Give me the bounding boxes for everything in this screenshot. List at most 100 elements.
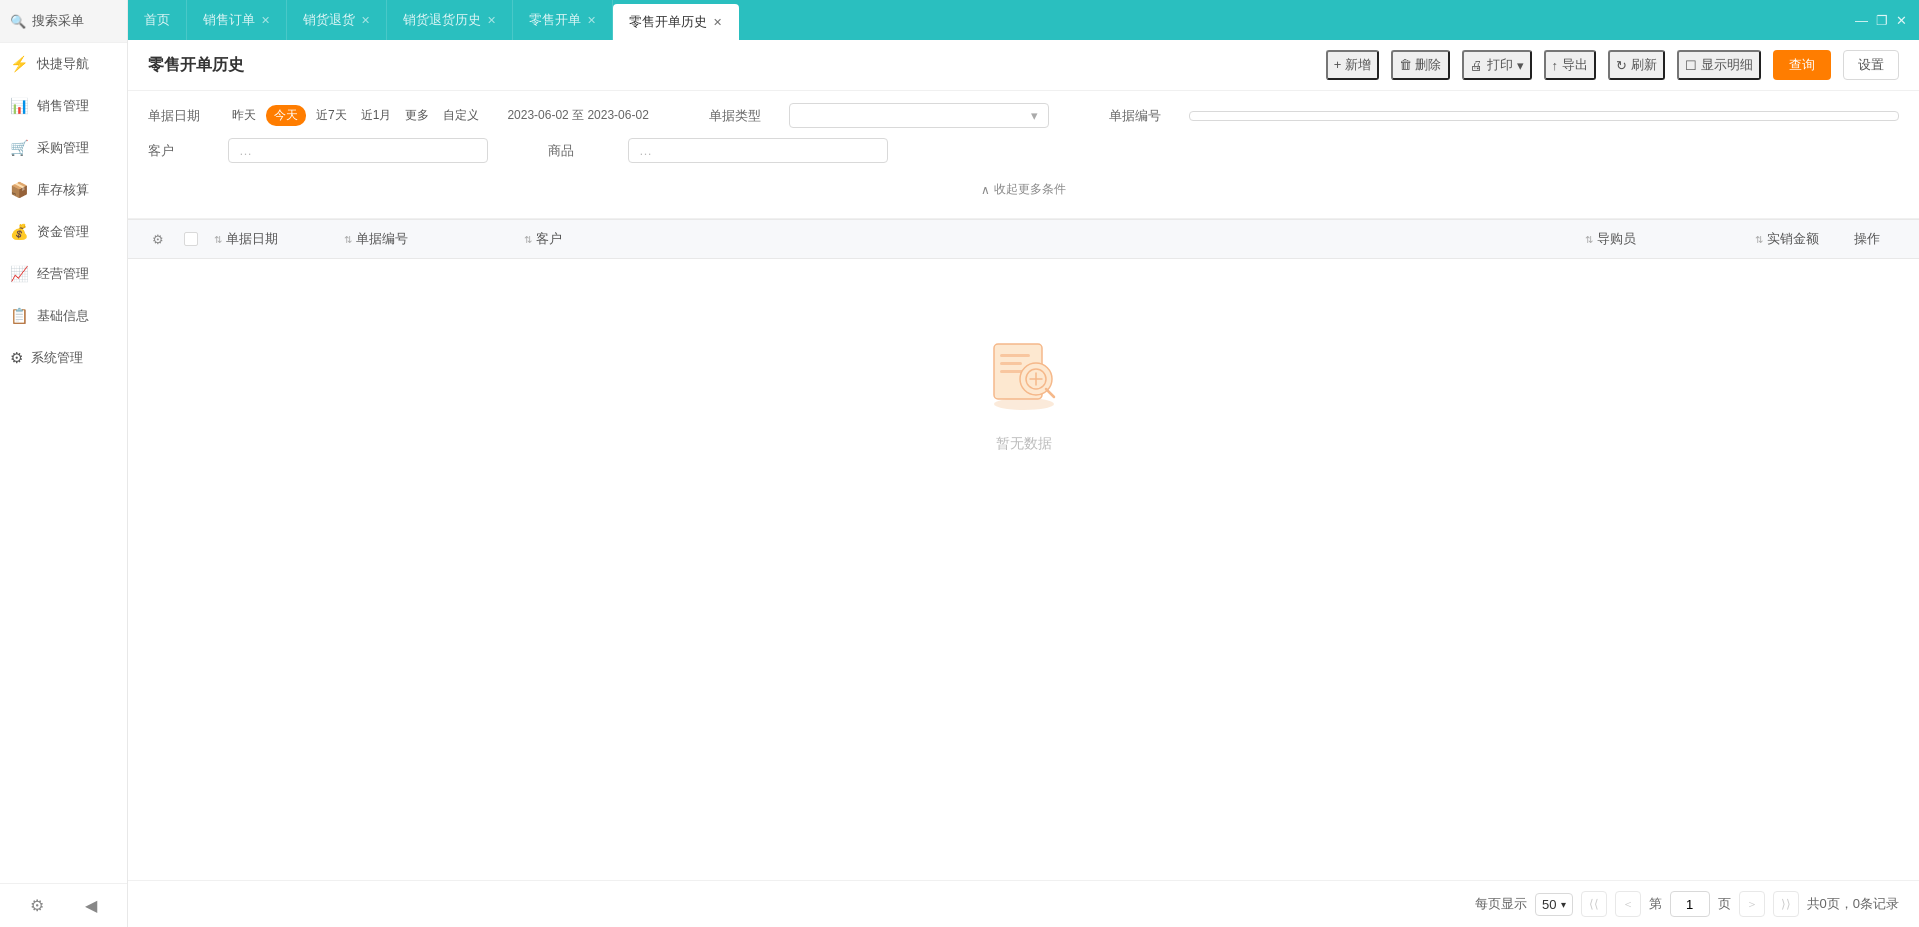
per-page-dropdown-icon: ▾ bbox=[1561, 899, 1566, 910]
export-button[interactable]: ↑ 导出 bbox=[1544, 50, 1597, 80]
tab-label-retail-history: 零售开单历史 bbox=[629, 13, 707, 31]
sidebar-item-finance[interactable]: 💰资金管理 bbox=[0, 211, 127, 253]
tab-sales-order[interactable]: 销售订单✕ bbox=[187, 0, 287, 40]
page-title: 零售开单历史 bbox=[148, 55, 244, 76]
goods-input[interactable]: … bbox=[628, 138, 888, 163]
delete-button[interactable]: 🗑 删除 bbox=[1391, 50, 1450, 80]
sidebar-icon-inventory: 📦 bbox=[10, 181, 29, 199]
svg-rect-3 bbox=[1000, 362, 1022, 365]
collapse-button[interactable]: ∧ 收起更多条件 bbox=[969, 177, 1078, 202]
svg-rect-2 bbox=[1000, 354, 1030, 357]
date-btn-last_month[interactable]: 近1月 bbox=[357, 105, 396, 126]
sidebar-icon-finance: 💰 bbox=[10, 223, 29, 241]
th-client-sort-icon[interactable]: ⇅ bbox=[524, 234, 532, 245]
tab-sales-return-history[interactable]: 销货退货历史✕ bbox=[387, 0, 513, 40]
tab-close-sales-return[interactable]: ✕ bbox=[361, 14, 370, 27]
prev-page-button[interactable]: ＜ bbox=[1615, 891, 1641, 917]
settings-button[interactable]: 设置 bbox=[1843, 50, 1899, 80]
th-date: ⇅ 单据日期 bbox=[206, 230, 336, 248]
date-btn-today[interactable]: 今天 bbox=[266, 105, 306, 126]
collapse-sidebar-icon[interactable]: ◀ bbox=[85, 896, 97, 915]
doc-no-input[interactable] bbox=[1189, 111, 1899, 121]
th-amount-sort-icon[interactable]: ⇅ bbox=[1755, 234, 1763, 245]
goods-dots: … bbox=[639, 143, 652, 158]
th-guide: ⇅ 导购员 bbox=[1577, 230, 1707, 248]
th-guide-label: 导购员 bbox=[1597, 230, 1636, 248]
svg-line-7 bbox=[1046, 389, 1054, 397]
sidebar-item-purchase-mgmt[interactable]: 🛒采购管理 bbox=[0, 127, 127, 169]
settings-bottom-icon[interactable]: ⚙ bbox=[30, 896, 44, 915]
main-area: 首页销售订单✕销货退货✕销货退货历史✕零售开单✕ 零售开单历史 ✕ — ❐ ✕ 零售… bbox=[128, 0, 1919, 927]
sidebar-item-sales-mgmt[interactable]: 📊销售管理 bbox=[0, 85, 127, 127]
minimize-button[interactable]: — bbox=[1855, 13, 1868, 28]
sidebar-item-base-info[interactable]: 📋基础信息 bbox=[0, 295, 127, 337]
th-amount: ⇅ 实销金额 bbox=[1707, 230, 1827, 248]
date-btn-yesterday[interactable]: 昨天 bbox=[228, 105, 260, 126]
window-controls: — ❐ ✕ bbox=[1855, 13, 1919, 28]
sidebar-label-operations: 经营管理 bbox=[37, 265, 89, 283]
doc-type-select[interactable]: ▾ bbox=[789, 103, 1049, 128]
tab-close-retail-history[interactable]: ✕ bbox=[713, 16, 722, 29]
sidebar-item-inventory[interactable]: 📦库存核算 bbox=[0, 169, 127, 211]
th-no: ⇅ 单据编号 bbox=[336, 230, 516, 248]
per-page-label: 每页显示 bbox=[1475, 895, 1527, 913]
tab-retail-history[interactable]: 零售开单历史 ✕ bbox=[613, 4, 739, 40]
print-dropdown-icon: ▾ bbox=[1517, 58, 1524, 73]
client-filter-label: 客户 bbox=[148, 142, 208, 160]
goods-filter-label: 商品 bbox=[548, 142, 608, 160]
last-page-button[interactable]: ⟩⟩ bbox=[1773, 891, 1799, 917]
table-header: ⚙ ⇅ 单据日期 ⇅ 单据编号 ⇅ 客户 ⇅ 导购员 bbox=[128, 219, 1919, 259]
per-page-value: 50 bbox=[1542, 897, 1556, 912]
column-settings-icon[interactable]: ⚙ bbox=[140, 232, 176, 247]
sidebar-icon-purchase-mgmt: 🛒 bbox=[10, 139, 29, 157]
checkbox-icon: ☐ bbox=[1685, 58, 1697, 73]
close-button[interactable]: ✕ bbox=[1896, 13, 1907, 28]
th-no-sort-icon[interactable]: ⇅ bbox=[344, 234, 352, 245]
export-icon: ↑ bbox=[1552, 58, 1559, 73]
empty-state: 暂无数据 bbox=[128, 259, 1919, 513]
date-btn-more[interactable]: 更多 bbox=[401, 105, 433, 126]
tab-close-retail-open[interactable]: ✕ bbox=[587, 14, 596, 27]
tab-home[interactable]: 首页 bbox=[128, 0, 187, 40]
th-client: ⇅ 客户 bbox=[516, 230, 1577, 248]
display-detail-button[interactable]: ☐ 显示明细 bbox=[1677, 50, 1761, 80]
select-all-checkbox[interactable] bbox=[176, 232, 206, 246]
sidebar-search-label: 搜索采单 bbox=[32, 12, 84, 30]
next-page-button[interactable]: ＞ bbox=[1739, 891, 1765, 917]
sidebar-bottom: ⚙ ◀ bbox=[0, 883, 127, 927]
tab-close-sales-return-history[interactable]: ✕ bbox=[487, 14, 496, 27]
restore-button[interactable]: ❐ bbox=[1876, 13, 1888, 28]
tab-bar: 首页销售订单✕销货退货✕销货退货历史✕零售开单✕ 零售开单历史 ✕ — ❐ ✕ bbox=[128, 0, 1919, 40]
date-range-display: 2023-06-02 至 2023-06-02 bbox=[507, 107, 648, 124]
print-button[interactable]: 🖨 打印 ▾ bbox=[1462, 50, 1532, 80]
th-guide-sort-icon[interactable]: ⇅ bbox=[1585, 234, 1593, 245]
page-label: 第 bbox=[1649, 895, 1662, 913]
page-input[interactable] bbox=[1670, 891, 1710, 917]
sidebar-label-sys-mgmt: 系统管理 bbox=[31, 349, 83, 367]
date-filter-buttons: 昨天今天近7天近1月更多自定义 bbox=[228, 105, 483, 126]
sidebar-label-quick-nav: 快捷导航 bbox=[37, 55, 89, 73]
collapse-label: 收起更多条件 bbox=[994, 181, 1066, 198]
query-button[interactable]: 查询 bbox=[1773, 50, 1831, 80]
tab-sales-return[interactable]: 销货退货✕ bbox=[287, 0, 387, 40]
print-label: 打印 bbox=[1487, 56, 1513, 74]
tab-retail-open[interactable]: 零售开单✕ bbox=[513, 0, 613, 40]
page-suffix: 页 bbox=[1718, 895, 1731, 913]
add-button[interactable]: + 新增 bbox=[1326, 50, 1379, 80]
first-page-button[interactable]: ⟨⟨ bbox=[1581, 891, 1607, 917]
tab-close-sales-order[interactable]: ✕ bbox=[261, 14, 270, 27]
doc-no-label: 单据编号 bbox=[1109, 107, 1169, 125]
date-btn-last7[interactable]: 近7天 bbox=[312, 105, 351, 126]
print-icon: 🖨 bbox=[1470, 58, 1483, 73]
date-btn-custom[interactable]: 自定义 bbox=[439, 105, 483, 126]
th-date-sort-icon[interactable]: ⇅ bbox=[214, 234, 222, 245]
filter-row-2: 客户 … 商品 … bbox=[148, 138, 1899, 163]
client-input[interactable]: … bbox=[228, 138, 488, 163]
sidebar-item-operations[interactable]: 📈经营管理 bbox=[0, 253, 127, 295]
sidebar-item-quick-nav[interactable]: ⚡ 快捷导航 bbox=[0, 43, 127, 85]
sidebar-item-sys-mgmt[interactable]: ⚙系统管理 bbox=[0, 337, 127, 379]
per-page-select[interactable]: 50 ▾ bbox=[1535, 893, 1572, 916]
sidebar-search[interactable]: 🔍 搜索采单 bbox=[0, 0, 127, 43]
refresh-button[interactable]: ↻ 刷新 bbox=[1608, 50, 1665, 80]
sidebar-icon-quick-nav: ⚡ bbox=[10, 55, 29, 73]
